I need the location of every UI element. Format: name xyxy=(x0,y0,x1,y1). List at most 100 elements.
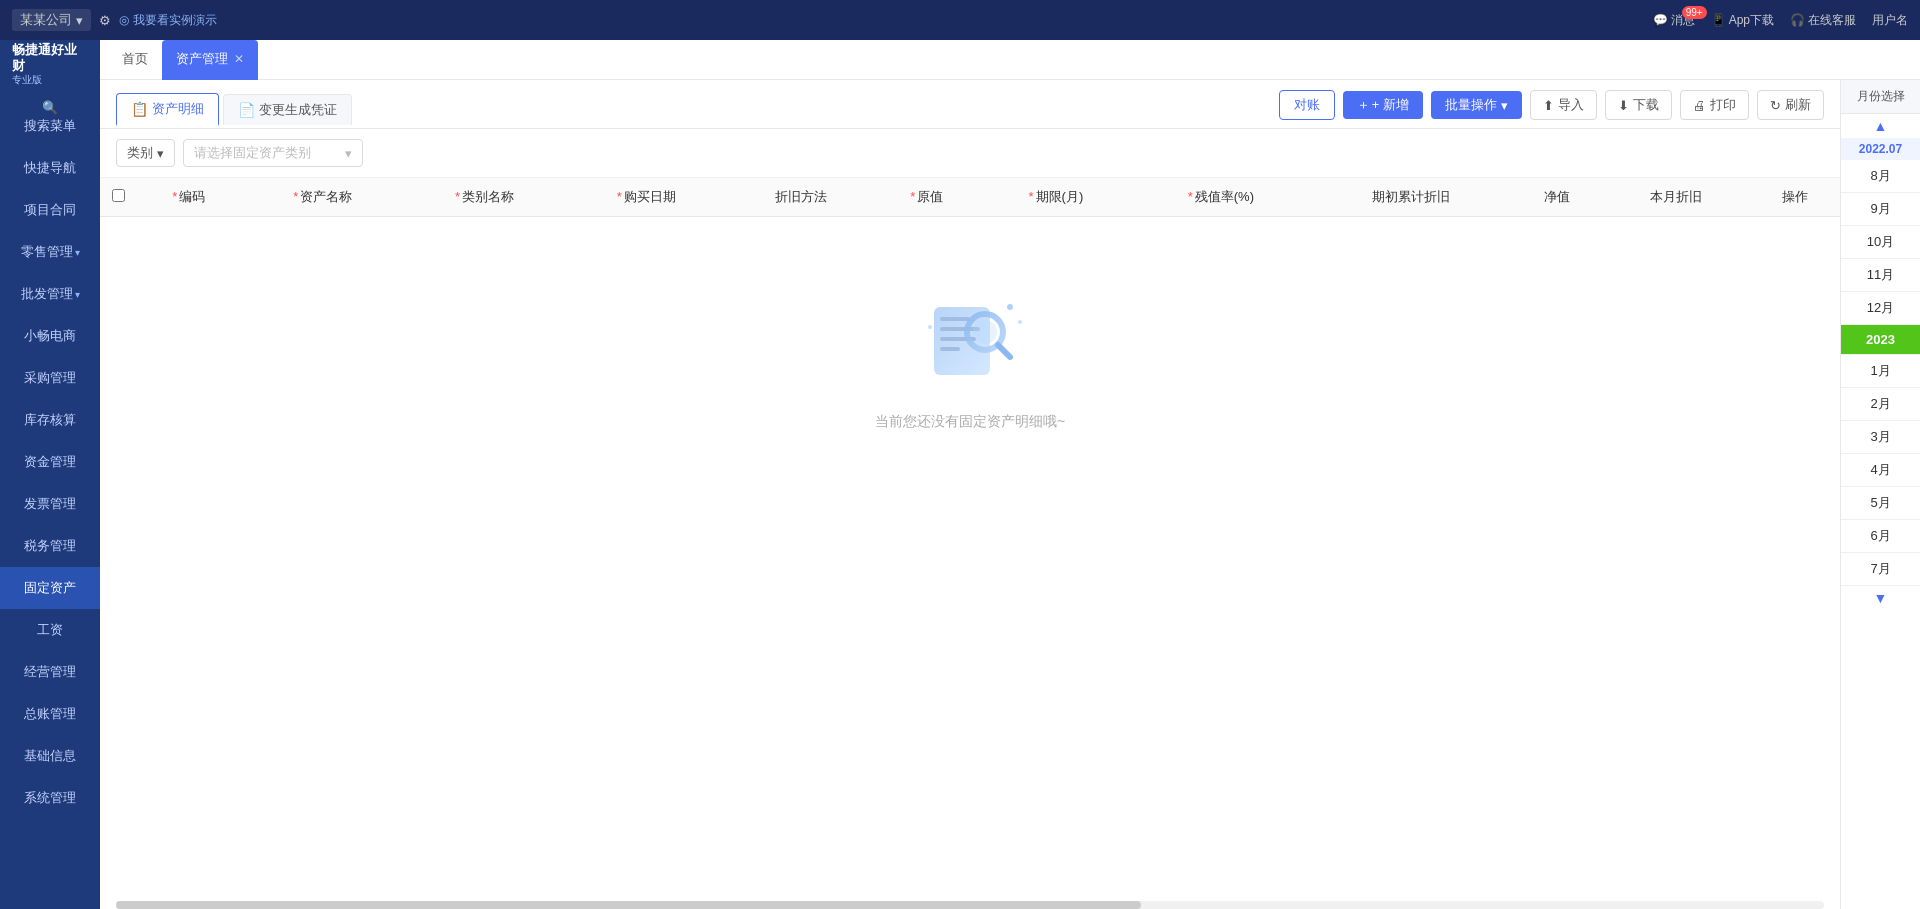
download-icon: ⬇ xyxy=(1618,98,1629,113)
page-body: 📋 资产明细 📄 变更生成凭证 对账 ＋ + 新增 xyxy=(100,80,1840,909)
sidebar-item-inventory[interactable]: 库存核算 xyxy=(0,399,100,441)
month-item-1[interactable]: 1月 xyxy=(1841,355,1920,388)
col-code: *编码 xyxy=(136,178,242,217)
svg-point-9 xyxy=(1007,304,1013,310)
demo-icon: ◎ xyxy=(119,13,129,27)
toolbar: 对账 ＋ + 新增 批量操作 ▾ ⬆ 导入 xyxy=(1279,90,1824,128)
scrollbar-thumb[interactable] xyxy=(116,901,1141,909)
year-2022-label: 2022.07 xyxy=(1841,138,1920,160)
month-panel-collapse-button[interactable]: › xyxy=(1840,480,1841,510)
col-monthly-depreciation: 本月折旧 xyxy=(1603,178,1750,217)
headset-icon: 🎧 xyxy=(1790,13,1805,27)
tab-asset-management[interactable]: 资产管理 ✕ xyxy=(162,40,258,80)
sidebar-item-basic-info[interactable]: 基础信息 xyxy=(0,735,100,777)
empty-message: 当前您还没有固定资产明细哦~ xyxy=(875,413,1065,431)
sidebar: 畅捷通好业财 专业版 🔍 搜索菜单 快捷导航 项目合同 零售管理 ▾ 批发管理 … xyxy=(0,40,100,909)
col-accumulated-depreciation: 期初累计折旧 xyxy=(1310,178,1513,217)
month-item-2[interactable]: 2月 xyxy=(1841,388,1920,421)
year-2023-badge[interactable]: 2023 xyxy=(1841,325,1920,355)
month-item-4[interactable]: 4月 xyxy=(1841,454,1920,487)
settings-icon[interactable]: ⚙ xyxy=(99,13,111,28)
category-value-select[interactable]: 请选择固定资产类别 ▾ xyxy=(183,139,363,167)
download-button[interactable]: ⬇ 下载 xyxy=(1605,90,1672,120)
sidebar-item-salary[interactable]: 工资 xyxy=(0,609,100,651)
sidebar-item-project[interactable]: 项目合同 xyxy=(0,189,100,231)
svg-point-7 xyxy=(973,320,997,344)
refresh-icon: ↻ xyxy=(1770,98,1781,113)
print-button[interactable]: 🖨 打印 xyxy=(1680,90,1749,120)
col-net-value: 净值 xyxy=(1512,178,1603,217)
sidebar-item-general-ledger[interactable]: 总账管理 xyxy=(0,693,100,735)
svg-point-10 xyxy=(1018,320,1022,324)
checkbox-all-header[interactable] xyxy=(100,178,136,217)
sidebar-item-operations[interactable]: 经营管理 xyxy=(0,651,100,693)
col-asset-name: *资产名称 xyxy=(242,178,404,217)
app-download-button[interactable]: 📱 App下载 xyxy=(1711,12,1774,29)
demo-link[interactable]: ◎ 我要看实例演示 xyxy=(119,12,217,29)
sidebar-item-fixed-assets[interactable]: 固定资产 xyxy=(0,567,100,609)
month-item-6[interactable]: 6月 xyxy=(1841,520,1920,553)
import-button[interactable]: ⬆ 导入 xyxy=(1530,90,1597,120)
sub-tabs-left: 📋 资产明细 📄 变更生成凭证 xyxy=(116,93,352,125)
refresh-button[interactable]: ↻ 刷新 xyxy=(1757,90,1824,120)
main-layout: 畅捷通好业财 专业版 🔍 搜索菜单 快捷导航 项目合同 零售管理 ▾ 批发管理 … xyxy=(0,40,1920,909)
company-selector[interactable]: 某某公司 ▾ xyxy=(12,9,91,31)
col-residual-rate: *残值率(%) xyxy=(1132,178,1309,217)
month-scroll-up[interactable]: ▲ xyxy=(1841,114,1920,138)
month-panel-title: 月份选择 xyxy=(1841,80,1920,114)
month-list: ▲ 2022.07 8月 9月 10月 11月 12月 2023 1月 2月 3… xyxy=(1841,114,1920,909)
sidebar-item-quick-nav[interactable]: 快捷导航 xyxy=(0,147,100,189)
month-item-5[interactable]: 5月 xyxy=(1841,487,1920,520)
horizontal-scrollbar[interactable] xyxy=(116,901,1824,909)
message-button[interactable]: 💬 消息 99+ xyxy=(1653,12,1695,29)
subtab-change-voucher[interactable]: 📄 变更生成凭证 xyxy=(223,94,352,125)
month-item-11[interactable]: 11月 xyxy=(1841,259,1920,292)
month-item-10[interactable]: 10月 xyxy=(1841,226,1920,259)
sidebar-item-wholesale[interactable]: 批发管理 ▾ xyxy=(0,273,100,315)
table-header-row: *编码 *资产名称 *类别名称 *购买日期 折旧方法 *原值 *期限(月) *残… xyxy=(100,178,1840,217)
user-menu[interactable]: 用户名 xyxy=(1872,12,1908,29)
col-purchase-date: *购买日期 xyxy=(565,178,727,217)
svg-rect-5 xyxy=(940,347,960,351)
asset-table: *编码 *资产名称 *类别名称 *购买日期 折旧方法 *原值 *期限(月) *残… xyxy=(100,178,1840,491)
doc-icon: 📄 xyxy=(238,102,255,118)
tab-close-icon[interactable]: ✕ xyxy=(234,52,244,66)
print-icon: 🖨 xyxy=(1693,98,1706,113)
tab-bar: 首页 资产管理 ✕ xyxy=(100,40,1920,80)
chevron-down-icon: ▾ xyxy=(76,13,83,28)
col-period-months: *期限(月) xyxy=(980,178,1133,217)
sub-tabs-bar: 📋 资产明细 📄 变更生成凭证 对账 ＋ + 新增 xyxy=(100,80,1840,129)
svg-point-11 xyxy=(928,325,932,329)
month-item-8[interactable]: 8月 xyxy=(1841,160,1920,193)
top-bar-left: 某某公司 ▾ ⚙ ◎ 我要看实例演示 xyxy=(12,9,1643,31)
sidebar-item-invoice[interactable]: 发票管理 xyxy=(0,483,100,525)
sidebar-item-purchase[interactable]: 采购管理 xyxy=(0,357,100,399)
sidebar-item-retail[interactable]: 零售管理 ▾ xyxy=(0,231,100,273)
content-area: 首页 资产管理 ✕ 📋 资产明细 📄 xyxy=(100,40,1920,909)
reconcile-button[interactable]: 对账 xyxy=(1279,90,1335,120)
month-item-7[interactable]: 7月 xyxy=(1841,553,1920,586)
online-service-button[interactable]: 🎧 在线客服 xyxy=(1790,12,1856,29)
month-item-3[interactable]: 3月 xyxy=(1841,421,1920,454)
sidebar-item-system[interactable]: 系统管理 xyxy=(0,777,100,819)
empty-state-row: 当前您还没有固定资产明细哦~ xyxy=(100,217,1840,492)
app-logo-area: 畅捷通好业财 专业版 xyxy=(0,40,100,88)
batch-button[interactable]: 批量操作 ▾ xyxy=(1431,91,1522,119)
subtab-asset-detail[interactable]: 📋 资产明细 xyxy=(116,93,219,126)
table-container: *编码 *资产名称 *类别名称 *购买日期 折旧方法 *原值 *期限(月) *残… xyxy=(100,178,1840,901)
month-scroll-down[interactable]: ▼ xyxy=(1841,586,1920,610)
tab-home[interactable]: 首页 xyxy=(108,40,162,80)
checkbox-all[interactable] xyxy=(112,189,125,202)
chevron-down-icon: ▾ xyxy=(1501,98,1508,113)
month-item-9[interactable]: 9月 xyxy=(1841,193,1920,226)
category-type-select[interactable]: 类别 ▾ xyxy=(116,139,175,167)
sidebar-item-tax[interactable]: 税务管理 xyxy=(0,525,100,567)
sidebar-item-ecommerce[interactable]: 小畅电商 xyxy=(0,315,100,357)
add-button[interactable]: ＋ + 新增 xyxy=(1343,91,1423,119)
sidebar-item-search-menu[interactable]: 🔍 搜索菜单 xyxy=(0,88,100,147)
month-item-12[interactable]: 12月 xyxy=(1841,292,1920,325)
message-badge: 99+ xyxy=(1682,6,1707,19)
sidebar-item-finance[interactable]: 资金管理 xyxy=(0,441,100,483)
empty-state: 当前您还没有固定资产明细哦~ xyxy=(100,217,1840,491)
col-depreciation-method: 折旧方法 xyxy=(727,178,874,217)
